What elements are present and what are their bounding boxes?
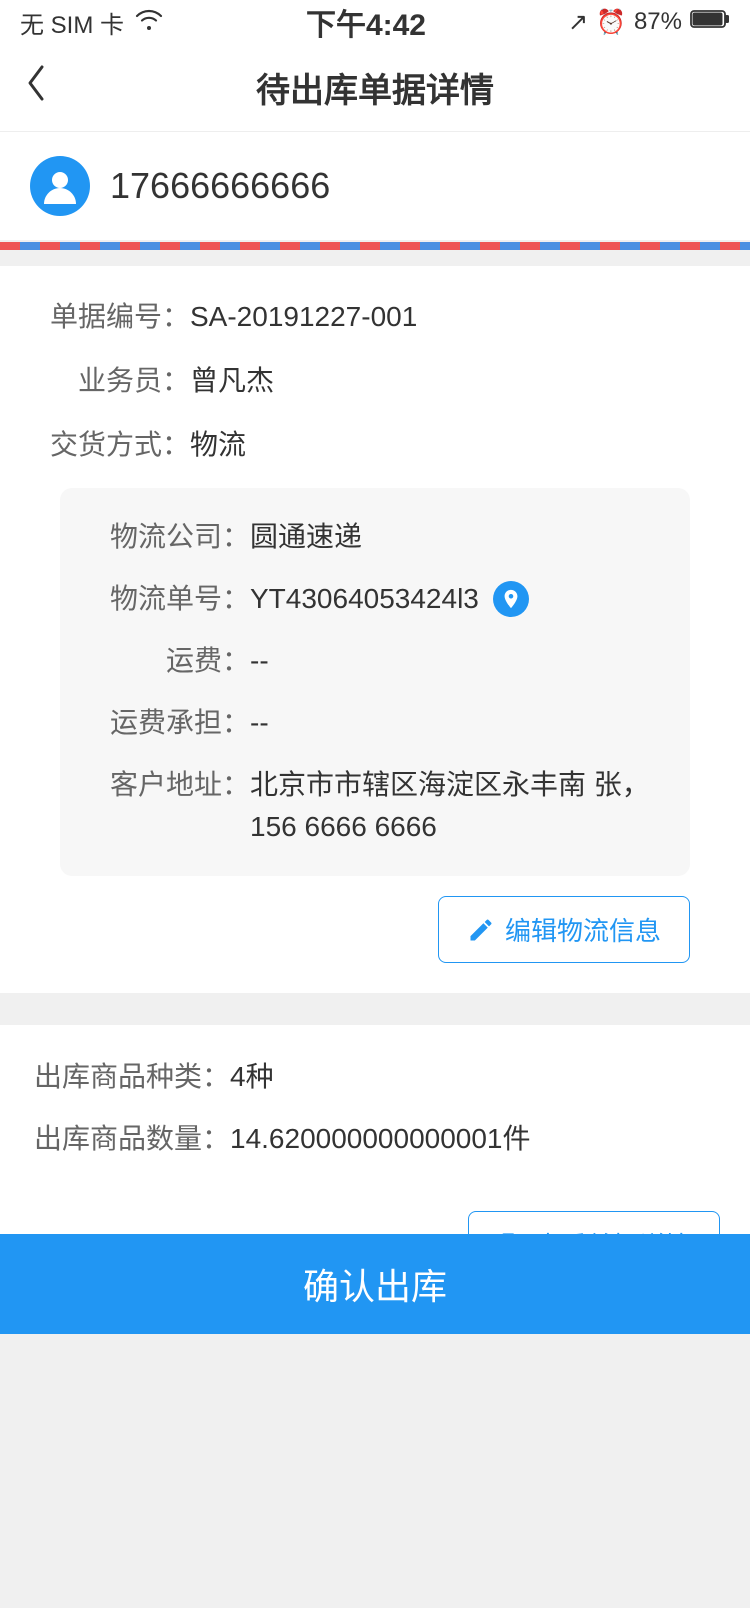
edit-icon	[467, 916, 495, 944]
back-button[interactable]	[24, 63, 48, 112]
tracking-value: YT43064053424l3	[250, 578, 479, 620]
logistics-company-row: 物流公司： 圆通速递	[90, 516, 660, 558]
edit-btn-row: 编辑物流信息	[30, 876, 720, 963]
order-no-value: SA-20191227-001	[190, 296, 720, 338]
address-label: 客户地址：	[90, 764, 250, 806]
freight-bearer-row: 运费承担： --	[90, 702, 660, 744]
page-title: 待出库单据详情	[256, 63, 494, 112]
freight-bearer-label: 运费承担：	[90, 702, 250, 744]
freight-value: --	[250, 640, 660, 682]
goods-quantity-label: 出库商品数量：	[30, 1117, 230, 1157]
address-value: 北京市市辖区海淀区永丰南 张，156 6666 6666	[250, 764, 660, 848]
freight-bearer-value: --	[250, 702, 660, 744]
wifi-icon	[134, 8, 164, 37]
delivery-value: 物流	[190, 424, 720, 466]
status-time: 下午4:42	[306, 0, 426, 44]
edit-logistics-button[interactable]: 编辑物流信息	[438, 896, 690, 963]
spacer	[0, 1308, 750, 1508]
goods-section: 出库商品种类： 4种 出库商品数量： 14.620000000000001件	[0, 1025, 750, 1187]
logistics-company-value: 圆通速递	[250, 516, 660, 558]
order-info-section: 单据编号： SA-20191227-001 业务员： 曾凡杰 交货方式： 物流 …	[0, 266, 750, 993]
salesman-value: 曾凡杰	[190, 360, 720, 402]
status-right: ↗ ⏰ 87%	[568, 8, 730, 37]
tracking-row: 物流单号： YT43064053424l3	[90, 578, 660, 620]
goods-types-value: 4种	[230, 1055, 720, 1095]
goods-quantity-row: 出库商品数量： 14.620000000000001件	[30, 1117, 720, 1157]
location-arrow-icon: ↗	[568, 8, 588, 37]
status-left: 无 SIM 卡	[20, 5, 164, 40]
confirm-button-label: 确认出库	[303, 1258, 447, 1310]
battery-text: 87%	[634, 8, 682, 36]
tracking-label: 物流单号：	[90, 578, 250, 620]
dashed-separator	[0, 242, 750, 250]
delivery-label: 交货方式：	[30, 424, 190, 466]
alarm-icon: ⏰	[596, 8, 626, 37]
freight-label: 运费：	[90, 640, 250, 682]
phone-row: 17666666666	[0, 132, 750, 240]
order-no-label: 单据编号：	[30, 296, 190, 338]
goods-types-row: 出库商品种类： 4种	[30, 1055, 720, 1095]
freight-row: 运费： --	[90, 640, 660, 682]
battery-icon	[690, 8, 730, 37]
carrier-text: 无 SIM 卡	[20, 5, 124, 40]
nav-bar: 待出库单据详情	[0, 44, 750, 132]
address-row: 客户地址： 北京市市辖区海淀区永丰南 张，156 6666 6666	[90, 764, 660, 848]
tracking-value-row: YT43064053424l3	[250, 578, 660, 620]
salesman-row: 业务员： 曾凡杰	[30, 360, 720, 402]
goods-types-label: 出库商品种类：	[30, 1055, 230, 1095]
salesman-label: 业务员：	[30, 360, 190, 402]
confirm-button[interactable]: 确认出库	[0, 1234, 750, 1334]
bottom-padding	[0, 1508, 750, 1608]
edit-logistics-label: 编辑物流信息	[505, 911, 661, 948]
section-divider	[0, 1009, 750, 1025]
avatar	[30, 156, 90, 216]
customer-phone: 17666666666	[110, 165, 330, 207]
status-bar: 无 SIM 卡 下午4:42 ↗ ⏰ 87%	[0, 0, 750, 44]
logistics-card: 物流公司： 圆通速递 物流单号： YT43064053424l3 运费： -- …	[60, 488, 690, 876]
order-no-row: 单据编号： SA-20191227-001	[30, 296, 720, 338]
goods-quantity-value: 14.620000000000001件	[230, 1117, 720, 1157]
logistics-company-label: 物流公司：	[90, 516, 250, 558]
delivery-row: 交货方式： 物流	[30, 424, 720, 466]
tracking-location-button[interactable]	[493, 581, 529, 617]
